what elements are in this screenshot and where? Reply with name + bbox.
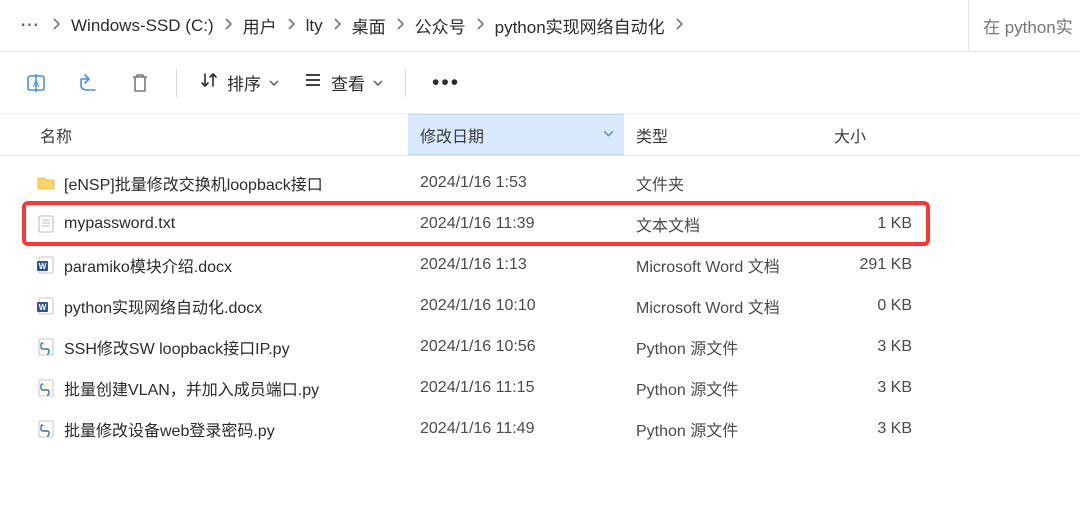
file-name-cell: SSH修改SW loopback接口IP.py <box>0 335 408 359</box>
chevron-down-icon <box>373 78 383 88</box>
sort-icon <box>199 70 219 95</box>
more-options-button[interactable]: ••• <box>418 71 474 95</box>
py-icon <box>36 419 56 439</box>
breadcrumb-bar: ⋯ Windows-SSD (C:) 用户 lty 桌面公众号 python实现网络自动… <box>0 0 1080 52</box>
file-name-cell: [eNSP]批量修改交换机loopback接口 <box>0 171 408 195</box>
view-list-icon <box>303 70 323 95</box>
breadcrumb: ⋯ Windows-SSD (C:) 用户 lty 桌面公众号 python实现网络自动… <box>10 13 968 38</box>
view-label: 查看 <box>331 70 365 95</box>
file-size: 291 KB <box>834 256 924 274</box>
file-size: 1 KB <box>834 215 924 233</box>
search-input[interactable]: 在 python实 <box>968 0 1080 52</box>
file-name-cell: 批量创建VLAN，并加入成员端口.py <box>0 376 408 400</box>
svg-text:W: W <box>39 262 47 271</box>
py-icon <box>36 337 56 357</box>
breadcrumb-overflow-button[interactable]: ⋯ <box>10 14 50 37</box>
file-name-cell: mypassword.txt <box>0 215 408 233</box>
file-type: 文本文档 <box>624 212 834 236</box>
file-date: 2024/1/16 11:39 <box>408 215 624 233</box>
chevron-right-icon[interactable] <box>474 17 487 35</box>
file-name: 批量创建VLAN，并加入成员端口.py <box>64 382 319 399</box>
file-type: Python 源文件 <box>624 335 834 359</box>
file-name: SSH修改SW loopback接口IP.py <box>64 341 290 358</box>
file-date: 2024/1/16 10:10 <box>408 297 624 315</box>
column-header-type[interactable]: 类型 <box>624 123 834 147</box>
file-type: Python 源文件 <box>624 417 834 441</box>
file-name: mypassword.txt <box>64 215 175 232</box>
txt-icon <box>36 214 56 234</box>
py-icon <box>36 378 56 398</box>
docx-icon: W <box>36 255 56 275</box>
chevron-right-icon[interactable] <box>673 17 686 35</box>
file-date: 2024/1/16 10:56 <box>408 338 624 356</box>
sort-label: 排序 <box>227 70 261 95</box>
folder-icon <box>36 173 56 193</box>
sort-dropdown-icon <box>603 128 614 142</box>
column-header-date[interactable]: 修改日期 <box>408 114 624 155</box>
breadcrumb-item[interactable]: python实现网络自动化 <box>487 13 673 38</box>
file-type: Microsoft Word 文档 <box>624 253 834 277</box>
column-header-name[interactable]: 名称 <box>0 123 408 147</box>
file-name: paramiko模块介绍.docx <box>64 259 232 276</box>
file-name-cell: Wparamiko模块介绍.docx <box>0 253 408 277</box>
view-button[interactable]: 查看 <box>293 61 393 105</box>
file-name: [eNSP]批量修改交换机loopback接口 <box>64 177 323 194</box>
share-button[interactable] <box>64 61 112 105</box>
chevron-down-icon <box>269 78 279 88</box>
breadcrumb-item[interactable]: 用户 <box>235 13 285 38</box>
file-date: 2024/1/16 1:53 <box>408 174 624 192</box>
file-type: 文件夹 <box>624 171 834 195</box>
breadcrumb-item[interactable]: 公众号 <box>407 13 474 38</box>
sort-button[interactable]: 排序 <box>189 61 289 105</box>
rename-button[interactable]: A <box>12 61 60 105</box>
file-list: [eNSP]批量修改交换机loopback接口 2024/1/16 1:53文件夹… <box>0 156 1080 449</box>
file-date: 2024/1/16 11:49 <box>408 420 624 438</box>
file-size: 3 KB <box>834 338 924 356</box>
chevron-right-icon[interactable] <box>285 17 298 35</box>
toolbar-separator <box>176 69 177 97</box>
file-name: python实现网络自动化.docx <box>64 300 262 317</box>
chevron-right-icon[interactable] <box>50 17 63 35</box>
file-row[interactable]: Wparamiko模块介绍.docx2024/1/16 1:13Microsof… <box>0 244 1080 285</box>
file-type: Microsoft Word 文档 <box>624 294 834 318</box>
file-row[interactable]: 批量修改设备web登录密码.py 2024/1/16 11:49Python 源文… <box>0 408 1080 449</box>
file-size: 0 KB <box>834 297 924 315</box>
toolbar-separator <box>405 69 406 97</box>
chevron-right-icon[interactable] <box>394 17 407 35</box>
breadcrumb-item[interactable]: lty <box>298 16 331 36</box>
file-row[interactable]: Wpython实现网络自动化.docx2024/1/16 10:10Micros… <box>0 285 1080 326</box>
file-date: 2024/1/16 1:13 <box>408 256 624 274</box>
file-name-cell: Wpython实现网络自动化.docx <box>0 294 408 318</box>
file-row[interactable]: mypassword.txt 2024/1/16 11:39文本文档1 KB <box>0 203 1080 244</box>
file-date: 2024/1/16 11:15 <box>408 379 624 397</box>
docx-icon: W <box>36 296 56 316</box>
svg-text:W: W <box>39 303 47 312</box>
chevron-right-icon[interactable] <box>222 17 235 35</box>
file-row[interactable]: SSH修改SW loopback接口IP.py 2024/1/16 10:56Py… <box>0 326 1080 367</box>
toolbar: A 排序 查看 ••• <box>0 52 1080 114</box>
file-size: 3 KB <box>834 420 924 438</box>
delete-button[interactable] <box>116 61 164 105</box>
file-name: 批量修改设备web登录密码.py <box>64 423 275 440</box>
breadcrumb-item[interactable]: 桌面 <box>344 13 394 38</box>
file-row[interactable]: [eNSP]批量修改交换机loopback接口 2024/1/16 1:53文件夹 <box>0 162 1080 203</box>
file-row[interactable]: 批量创建VLAN，并加入成员端口.py 2024/1/16 11:15Python… <box>0 367 1080 408</box>
breadcrumb-item[interactable]: Windows-SSD (C:) <box>63 16 222 36</box>
chevron-right-icon[interactable] <box>331 17 344 35</box>
file-name-cell: 批量修改设备web登录密码.py <box>0 417 408 441</box>
column-header-size[interactable]: 大小 <box>834 123 924 147</box>
file-size: 3 KB <box>834 379 924 397</box>
file-type: Python 源文件 <box>624 376 834 400</box>
column-header-row: 名称 修改日期 类型 大小 <box>0 114 1080 156</box>
